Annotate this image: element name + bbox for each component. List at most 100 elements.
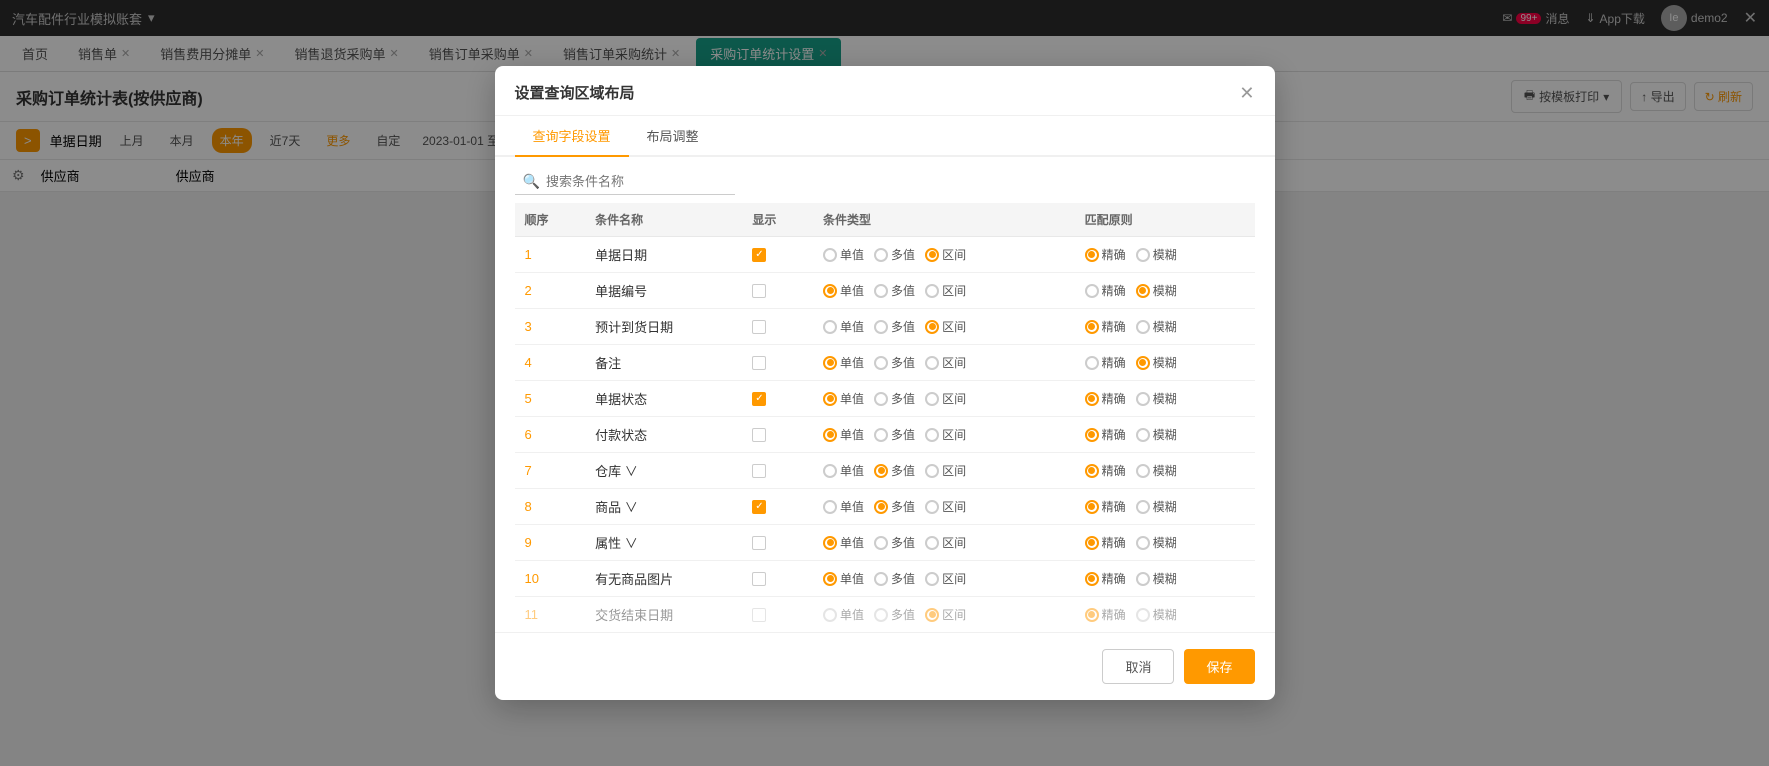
type-radio-单值[interactable]: 单值 <box>823 426 864 443</box>
type-radio-多值[interactable]: 多值 <box>874 426 915 443</box>
type-radio-单值[interactable]: 单值 <box>823 246 864 263</box>
row-condition-name: 属性 ∨ <box>585 525 742 561</box>
type-radio-单值[interactable]: 单值 <box>823 606 864 623</box>
row-display-checkbox-cell: ✓ <box>742 489 813 525</box>
table-row: 9属性 ∨单值多值区间精确模糊 <box>515 525 1255 561</box>
match-radio-精确[interactable]: 精确 <box>1085 534 1126 551</box>
modal-tab-layout[interactable]: 布局调整 <box>629 116 717 157</box>
radio-circle-icon <box>925 608 939 622</box>
match-radio-精确[interactable]: 精确 <box>1085 318 1126 335</box>
match-radio-模糊[interactable]: 模糊 <box>1136 354 1177 371</box>
type-radio-单值[interactable]: 单值 <box>823 462 864 479</box>
row-type-cell: 单值多值区间 <box>813 597 1075 633</box>
type-radio-区间[interactable]: 区间 <box>925 534 966 551</box>
type-radio-多值[interactable]: 多值 <box>874 570 915 587</box>
display-checkbox[interactable] <box>752 320 766 334</box>
match-radio-模糊[interactable]: 模糊 <box>1136 462 1177 479</box>
match-radio-精确[interactable]: 精确 <box>1085 426 1126 443</box>
type-radio-区间[interactable]: 区间 <box>925 426 966 443</box>
radio-circle-icon <box>925 248 939 262</box>
type-radio-多值[interactable]: 多值 <box>874 534 915 551</box>
match-radio-精确[interactable]: 精确 <box>1085 606 1126 623</box>
display-checkbox[interactable]: ✓ <box>752 392 766 406</box>
radio-circle-icon <box>874 320 888 334</box>
type-radio-区间[interactable]: 区间 <box>925 282 966 299</box>
type-radio-单值[interactable]: 单值 <box>823 534 864 551</box>
display-checkbox[interactable]: ✓ <box>752 500 766 514</box>
match-radio-精确[interactable]: 精确 <box>1085 498 1126 515</box>
row-match-cell: 精确模糊 <box>1075 453 1255 489</box>
type-radio-单值[interactable]: 单值 <box>823 354 864 371</box>
type-radio-多值[interactable]: 多值 <box>874 462 915 479</box>
radio-circle-icon <box>1136 572 1150 586</box>
match-radio-模糊[interactable]: 模糊 <box>1136 498 1177 515</box>
type-radio-区间[interactable]: 区间 <box>925 498 966 515</box>
match-radio-精确[interactable]: 精确 <box>1085 246 1126 263</box>
radio-circle-icon <box>823 572 837 586</box>
type-radio-多值[interactable]: 多值 <box>874 282 915 299</box>
save-button[interactable]: 保存 <box>1184 649 1254 684</box>
type-radio-单值[interactable]: 单值 <box>823 318 864 335</box>
match-radio-模糊[interactable]: 模糊 <box>1136 606 1177 623</box>
type-radio-区间[interactable]: 区间 <box>925 390 966 407</box>
display-checkbox[interactable] <box>752 536 766 550</box>
match-radio-精确[interactable]: 精确 <box>1085 282 1126 299</box>
display-checkbox[interactable] <box>752 464 766 478</box>
type-radio-区间[interactable]: 区间 <box>925 354 966 371</box>
search-input[interactable] <box>546 174 727 189</box>
display-checkbox[interactable]: ✓ <box>752 248 766 262</box>
type-radio-区间[interactable]: 区间 <box>925 318 966 335</box>
table-row: 1单据日期✓单值多值区间精确模糊 <box>515 237 1255 273</box>
display-checkbox[interactable] <box>752 356 766 370</box>
modal-close-button[interactable]: ✕ <box>1239 84 1254 102</box>
display-checkbox[interactable] <box>752 572 766 586</box>
type-radio-区间[interactable]: 区间 <box>925 462 966 479</box>
row-condition-name: 预计到货日期 <box>585 309 742 345</box>
match-radio-精确[interactable]: 精确 <box>1085 390 1126 407</box>
match-radio-精确[interactable]: 精确 <box>1085 570 1126 587</box>
match-radio-模糊[interactable]: 模糊 <box>1136 390 1177 407</box>
type-radio-多值[interactable]: 多值 <box>874 318 915 335</box>
type-radio-多值[interactable]: 多值 <box>874 498 915 515</box>
type-radio-单值[interactable]: 单值 <box>823 498 864 515</box>
col-type: 条件类型 <box>813 203 1075 237</box>
match-radio-模糊[interactable]: 模糊 <box>1136 534 1177 551</box>
display-checkbox[interactable] <box>752 608 766 622</box>
type-radio-区间[interactable]: 区间 <box>925 246 966 263</box>
match-radio-模糊[interactable]: 模糊 <box>1136 246 1177 263</box>
type-radio-区间[interactable]: 区间 <box>925 606 966 623</box>
radio-circle-icon <box>823 392 837 406</box>
type-radio-单值[interactable]: 单值 <box>823 390 864 407</box>
radio-circle-icon <box>874 428 888 442</box>
radio-circle-icon <box>874 536 888 550</box>
row-match-cell: 精确模糊 <box>1075 417 1255 453</box>
match-radio-模糊[interactable]: 模糊 <box>1136 318 1177 335</box>
search-icon: 🔍 <box>523 173 540 190</box>
display-checkbox[interactable] <box>752 428 766 442</box>
type-radio-多值[interactable]: 多值 <box>874 390 915 407</box>
table-row: 4备注单值多值区间精确模糊 <box>515 345 1255 381</box>
radio-circle-icon <box>823 500 837 514</box>
radio-circle-icon <box>925 428 939 442</box>
row-type-cell: 单值多值区间 <box>813 273 1075 309</box>
match-radio-模糊[interactable]: 模糊 <box>1136 570 1177 587</box>
type-radio-单值[interactable]: 单值 <box>823 570 864 587</box>
type-radio-单值[interactable]: 单值 <box>823 282 864 299</box>
type-radio-多值[interactable]: 多值 <box>874 606 915 623</box>
type-radio-多值[interactable]: 多值 <box>874 246 915 263</box>
match-radio-精确[interactable]: 精确 <box>1085 354 1126 371</box>
display-checkbox[interactable] <box>752 284 766 298</box>
radio-circle-icon <box>1136 356 1150 370</box>
row-display-checkbox-cell <box>742 273 813 309</box>
match-radio-模糊[interactable]: 模糊 <box>1136 426 1177 443</box>
row-match-cell: 精确模糊 <box>1075 345 1255 381</box>
match-radio-模糊[interactable]: 模糊 <box>1136 282 1177 299</box>
cancel-button[interactable]: 取消 <box>1102 649 1174 684</box>
type-radio-多值[interactable]: 多值 <box>874 354 915 371</box>
type-radio-区间[interactable]: 区间 <box>925 570 966 587</box>
modal-header: 设置查询区域布局 ✕ <box>495 66 1275 116</box>
conditions-table: 顺序 条件名称 显示 条件类型 匹配原则 1单据日期✓单值多值区间精确模糊2单据… <box>515 203 1255 632</box>
modal-tab-query-fields[interactable]: 查询字段设置 <box>515 116 629 157</box>
col-display: 显示 <box>742 203 813 237</box>
match-radio-精确[interactable]: 精确 <box>1085 462 1126 479</box>
